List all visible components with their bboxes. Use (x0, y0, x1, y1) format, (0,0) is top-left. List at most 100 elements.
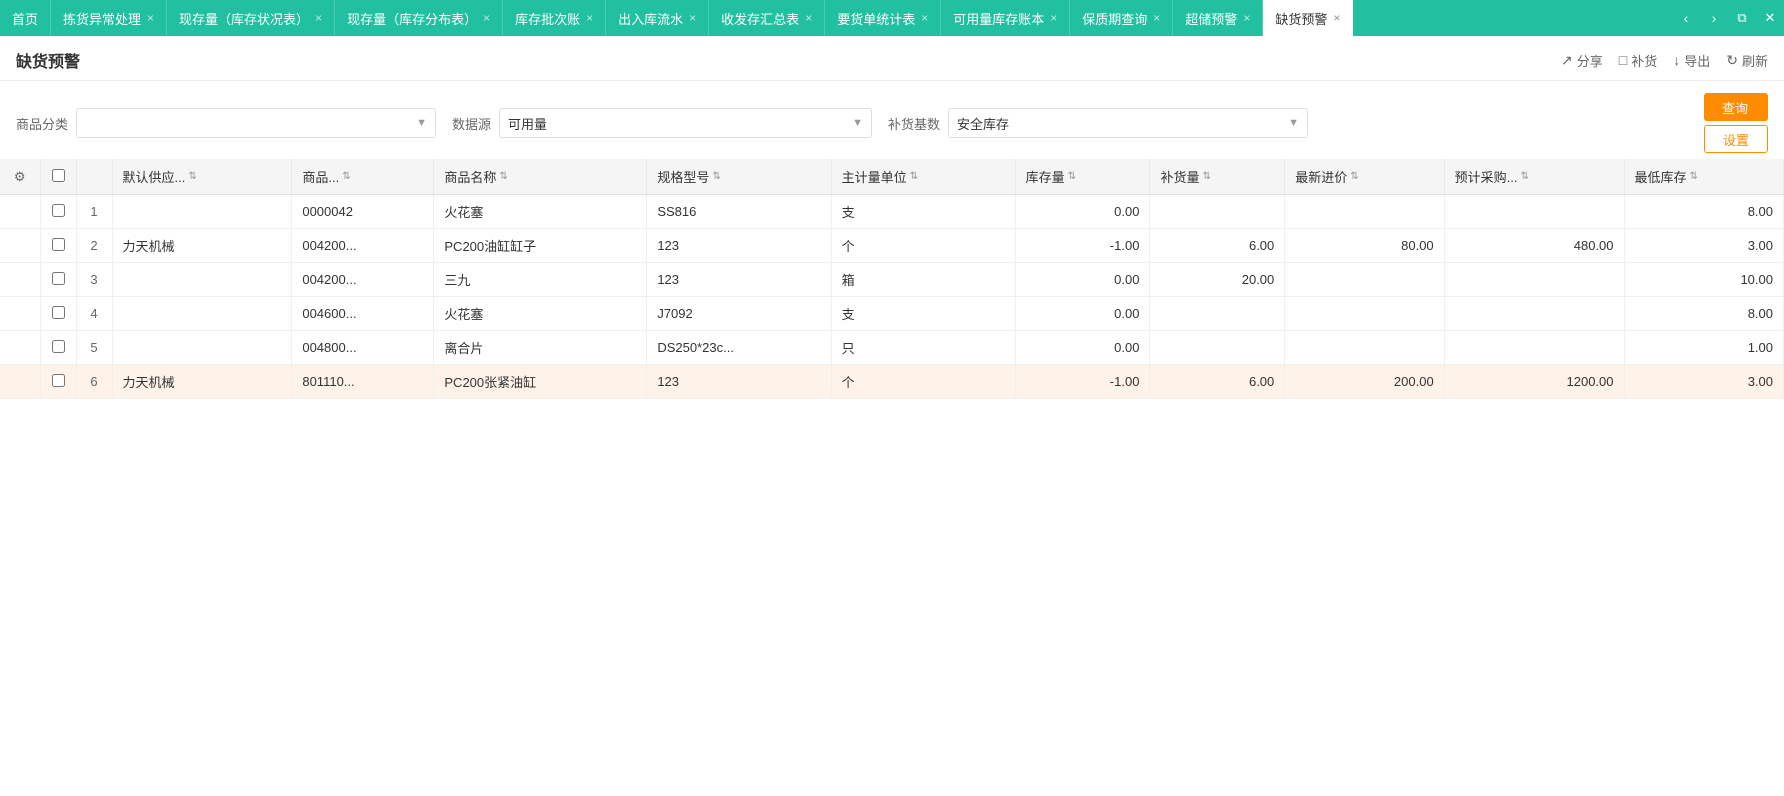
tab-item-available-ledger[interactable]: 可用量库存账本× (941, 0, 1070, 36)
tab-item-exception[interactable]: 拣货异常处理 × (51, 0, 167, 36)
td-checkbox[interactable] (40, 263, 76, 297)
window-restore-btn[interactable]: ⧉ (1728, 0, 1756, 36)
tab-close-stock-status[interactable]: × (315, 11, 322, 25)
page-header: 缺货预警 ↗ 分享 □ 补货 ↓ 导出 ↻ 刷新 (0, 36, 1784, 81)
col-label-unit: 主计量单位 (842, 167, 907, 186)
share-label: 分享 (1577, 51, 1603, 70)
row-checkbox[interactable] (52, 374, 65, 387)
col-sort-product_name[interactable]: 商品名称 ⇅ (444, 167, 507, 186)
tab-close-shortage-warning[interactable]: × (1333, 11, 1340, 25)
datasource-select-value: 可用量 (508, 114, 547, 133)
col-label-latest_price: 最新进价 (1295, 167, 1347, 186)
th-spec[interactable]: 规格型号 ⇅ (647, 159, 831, 195)
col-sort-min_stock[interactable]: 最低库存 ⇅ (1635, 167, 1698, 186)
col-sort-latest_price[interactable]: 最新进价 ⇅ (1295, 167, 1358, 186)
sort-icon-stock_qty: ⇅ (1068, 171, 1076, 182)
tab-close-inout-flow[interactable]: × (689, 11, 696, 25)
share-icon: ↗ (1561, 52, 1573, 69)
td-unit: 只 (831, 331, 1015, 365)
tab-item-requisition-stat[interactable]: 要货单统计表× (825, 0, 941, 36)
th-default_supplier[interactable]: 默认供应... ⇅ (112, 159, 292, 195)
td-spec: 123 (647, 229, 831, 263)
replenish-icon: □ (1619, 52, 1627, 68)
row-checkbox[interactable] (52, 306, 65, 319)
row-checkbox[interactable] (52, 204, 65, 217)
query-button[interactable]: 查询 (1704, 93, 1768, 121)
col-sort-default_supplier[interactable]: 默认供应... ⇅ (123, 167, 197, 186)
td-est_purchase (1444, 263, 1624, 297)
tab-nav-prev[interactable]: ‹ (1672, 0, 1700, 36)
col-sort-unit[interactable]: 主计量单位 ⇅ (842, 167, 918, 186)
tab-close-expiry-query[interactable]: × (1153, 11, 1160, 25)
setting-button[interactable]: 设置 (1704, 125, 1768, 153)
sort-icon-replenish_qty: ⇅ (1202, 171, 1210, 182)
td-min_stock: 3.00 (1624, 365, 1783, 399)
row-checkbox[interactable] (52, 340, 65, 353)
th-latest_price[interactable]: 最新进价 ⇅ (1285, 159, 1444, 195)
tab-close-exception[interactable]: × (147, 11, 154, 25)
tab-item-batch-account[interactable]: 库存批次账× (503, 0, 606, 36)
td-rownum: 3 (76, 263, 112, 297)
tab-item-expiry-query[interactable]: 保质期查询× (1070, 0, 1173, 36)
tab-label: 拣货异常处理 (63, 9, 141, 28)
td-replenish_qty: 6.00 (1150, 365, 1285, 399)
tab-item-shortage-warning[interactable]: 缺货预警× (1263, 0, 1353, 36)
th-stock_qty[interactable]: 库存量 ⇅ (1015, 159, 1150, 195)
col-sort-stock_qty[interactable]: 库存量 ⇅ (1026, 167, 1076, 186)
sort-icon-unit: ⇅ (910, 171, 918, 182)
td-checkbox[interactable] (40, 195, 76, 229)
td-spec: 123 (647, 263, 831, 297)
col-sort-replenish_qty[interactable]: 补货量 ⇅ (1160, 167, 1210, 186)
tab-item-home[interactable]: 首页 (0, 0, 51, 36)
tab-nav-next[interactable]: › (1700, 0, 1728, 36)
td-gear (0, 297, 40, 331)
export-btn[interactable]: ↓ 导出 (1673, 51, 1710, 70)
sort-icon-spec: ⇅ (712, 171, 720, 182)
tab-close-stock-dist[interactable]: × (483, 11, 490, 25)
td-min_stock: 3.00 (1624, 229, 1783, 263)
col-sort-spec[interactable]: 规格型号 ⇅ (657, 167, 720, 186)
td-replenish_qty: 6.00 (1150, 229, 1285, 263)
tab-close-requisition-stat[interactable]: × (921, 11, 928, 25)
tab-item-inout-flow[interactable]: 出入库流水× (606, 0, 709, 36)
td-latest_price (1285, 195, 1444, 229)
row-checkbox[interactable] (52, 238, 65, 251)
td-product_code: 004800... (292, 331, 434, 365)
col-sort-product_code[interactable]: 商品... ⇅ (302, 167, 350, 186)
gear-icon[interactable]: ⚙ (14, 169, 26, 184)
tab-close-receive-summary[interactable]: × (805, 11, 812, 25)
th-est_purchase[interactable]: 预计采购... ⇅ (1444, 159, 1624, 195)
th-min_stock[interactable]: 最低库存 ⇅ (1624, 159, 1783, 195)
th-product_code[interactable]: 商品... ⇅ (292, 159, 434, 195)
replenish-btn[interactable]: □ 补货 (1619, 51, 1657, 70)
tab-label: 现存量（库存分布表） (347, 9, 477, 28)
refresh-icon: ↻ (1726, 52, 1738, 69)
tab-item-stock-status[interactable]: 现存量（库存状况表）× (167, 0, 335, 36)
td-checkbox[interactable] (40, 229, 76, 263)
row-checkbox[interactable] (52, 272, 65, 285)
tab-close-available-ledger[interactable]: × (1050, 11, 1057, 25)
refresh-btn[interactable]: ↻ 刷新 (1726, 51, 1768, 70)
td-est_purchase: 480.00 (1444, 229, 1624, 263)
th-replenish_qty[interactable]: 补货量 ⇅ (1150, 159, 1285, 195)
tab-item-receive-summary[interactable]: 收发存汇总表× (709, 0, 825, 36)
th-unit[interactable]: 主计量单位 ⇅ (831, 159, 1015, 195)
share-btn[interactable]: ↗ 分享 (1561, 51, 1603, 70)
col-sort-est_purchase[interactable]: 预计采购... ⇅ (1455, 167, 1529, 186)
select-all-checkbox[interactable] (52, 169, 65, 182)
td-checkbox[interactable] (40, 297, 76, 331)
tab-close-batch-account[interactable]: × (586, 11, 593, 25)
sort-icon-default_supplier: ⇅ (188, 171, 196, 182)
tab-item-overstock-warning[interactable]: 超储预警× (1173, 0, 1263, 36)
td-checkbox[interactable] (40, 365, 76, 399)
td-est_purchase (1444, 297, 1624, 331)
replenish-basis-select[interactable]: 安全库存 ▼ (948, 108, 1308, 138)
tab-close-overstock-warning[interactable]: × (1243, 11, 1250, 25)
datasource-select[interactable]: 可用量 ▼ (499, 108, 872, 138)
category-select[interactable]: ▼ (76, 108, 436, 138)
td-checkbox[interactable] (40, 331, 76, 365)
tab-item-stock-dist[interactable]: 现存量（库存分布表） × (335, 0, 503, 36)
window-close-btn[interactable]: ✕ (1756, 0, 1784, 36)
td-product_code: 801110... (292, 365, 434, 399)
th-product_name[interactable]: 商品名称 ⇅ (434, 159, 647, 195)
